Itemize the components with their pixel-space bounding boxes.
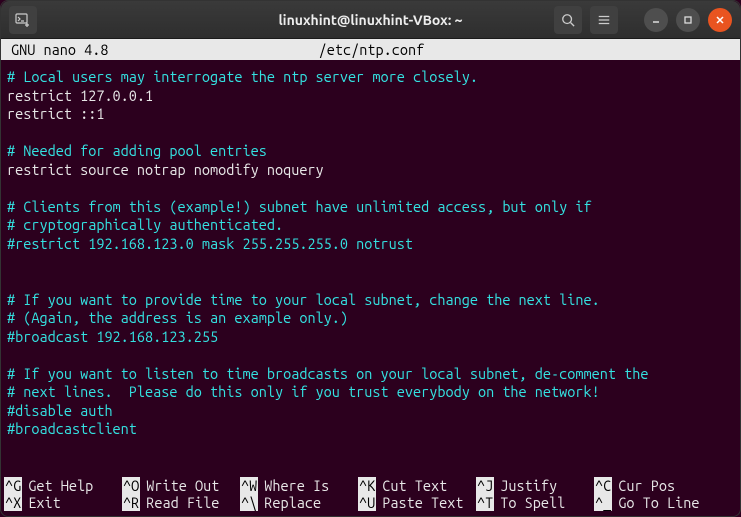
editor-line xyxy=(7,346,734,365)
minimize-icon xyxy=(651,15,661,25)
shortcut-key: ^U xyxy=(358,494,376,511)
editor-line: # (Again, the address is an example only… xyxy=(7,309,734,328)
shortcut-label: Write Out xyxy=(146,477,219,494)
shortcut-key: ^\ xyxy=(240,494,258,511)
editor-line: #restrict 192.168.123.0 mask 255.255.255… xyxy=(7,235,734,254)
editor-line: #disable auth xyxy=(7,402,734,421)
footer-shortcut: ^U Paste Text xyxy=(358,494,476,511)
footer-shortcut: ^K Cut Text xyxy=(358,477,476,494)
editor-line xyxy=(7,272,734,291)
shortcut-label: Justify xyxy=(500,477,557,494)
menu-button[interactable] xyxy=(590,6,618,34)
footer-shortcut: ^X Exit xyxy=(4,494,122,511)
shortcut-label: Read File xyxy=(146,494,219,511)
shortcut-key: ^O xyxy=(122,477,140,494)
editor-line xyxy=(7,179,734,198)
editor-line: restrict 127.0.0.1 xyxy=(7,87,734,106)
editor-line: # next lines. Please do this only if you… xyxy=(7,383,734,402)
shortcut-key: ^G xyxy=(4,477,22,494)
editor-line xyxy=(7,124,734,143)
footer-row-1: ^G Get Help ^O Write Out ^W Where Is ^K Cut Tex… xyxy=(4,477,737,494)
maximize-button[interactable] xyxy=(676,8,700,32)
editor-line xyxy=(7,253,734,272)
new-tab-button[interactable] xyxy=(9,6,37,34)
nano-footer: ^G Get Help ^O Write Out ^W Where Is ^K Cut Tex… xyxy=(4,477,737,511)
shortcut-key: ^R xyxy=(122,494,140,511)
editor-line: # Clients from this (example!) subnet ha… xyxy=(7,198,734,217)
editor-line: # cryptographically authenticated. xyxy=(7,216,734,235)
shortcut-label: Paste Text xyxy=(382,494,463,511)
footer-shortcut: ^_ Go To Line xyxy=(594,494,712,511)
shortcut-label: Replace xyxy=(264,494,321,511)
footer-shortcut: ^G Get Help xyxy=(4,477,122,494)
editor-line: restrict ::1 xyxy=(7,105,734,124)
shortcut-label: Cur Pos xyxy=(618,477,675,494)
footer-row-2: ^X Exit ^R Read File ^\ Replace ^U Paste Text ^T… xyxy=(4,494,737,511)
shortcut-key: ^X xyxy=(4,494,22,511)
shortcut-key: ^K xyxy=(358,477,376,494)
editor-line: # If you want to provide time to your lo… xyxy=(7,291,734,310)
shortcut-label: Get Help xyxy=(28,477,93,494)
footer-shortcut: ^W Where Is xyxy=(240,477,358,494)
footer-shortcut: ^\ Replace xyxy=(240,494,358,511)
editor-line: restrict source notrap nomodify noquery xyxy=(7,161,734,180)
footer-shortcut: ^T To Spell xyxy=(476,494,594,511)
shortcut-key: ^T xyxy=(476,494,494,511)
shortcut-key: ^C xyxy=(594,477,612,494)
close-button[interactable] xyxy=(708,8,732,32)
hamburger-icon xyxy=(597,13,611,27)
maximize-icon xyxy=(683,15,693,25)
shortcut-label: Exit xyxy=(28,494,60,511)
footer-shortcut: ^C Cur Pos xyxy=(594,477,712,494)
editor-line: # Needed for adding pool entries xyxy=(7,142,734,161)
shortcut-key: ^J xyxy=(476,477,494,494)
search-button[interactable] xyxy=(554,6,582,34)
shortcut-label: Cut Text xyxy=(382,477,447,494)
nano-app-name: GNU nano 4.8 xyxy=(7,41,108,58)
titlebar: linuxhint@linuxhint-VBox: ~ xyxy=(1,1,740,39)
editor-line: #broadcastclient xyxy=(7,420,734,439)
nano-header: GNU nano 4.8 /etc/ntp.conf xyxy=(1,39,740,60)
window-title: linuxhint@linuxhint-VBox: ~ xyxy=(278,12,462,28)
shortcut-key: ^_ xyxy=(594,494,612,511)
nano-file-name: /etc/ntp.conf xyxy=(319,41,425,58)
shortcut-label: To Spell xyxy=(500,494,565,511)
shortcut-key: ^W xyxy=(240,477,258,494)
shortcut-label: Go To Line xyxy=(618,494,699,511)
shortcut-label: Where Is xyxy=(264,477,329,494)
close-icon xyxy=(715,15,725,25)
editor-line: # Local users may interrogate the ntp se… xyxy=(7,68,734,87)
footer-shortcut: ^R Read File xyxy=(122,494,240,511)
footer-shortcut: ^O Write Out xyxy=(122,477,240,494)
editor-line: #broadcast 192.168.123.255 xyxy=(7,328,734,347)
terminal-plus-icon xyxy=(15,12,31,28)
editor-area[interactable]: # Local users may interrogate the ntp se… xyxy=(1,60,740,441)
minimize-button[interactable] xyxy=(644,8,668,32)
editor-line: # If you want to listen to time broadcas… xyxy=(7,365,734,384)
search-icon xyxy=(561,13,575,27)
footer-shortcut: ^J Justify xyxy=(476,477,594,494)
